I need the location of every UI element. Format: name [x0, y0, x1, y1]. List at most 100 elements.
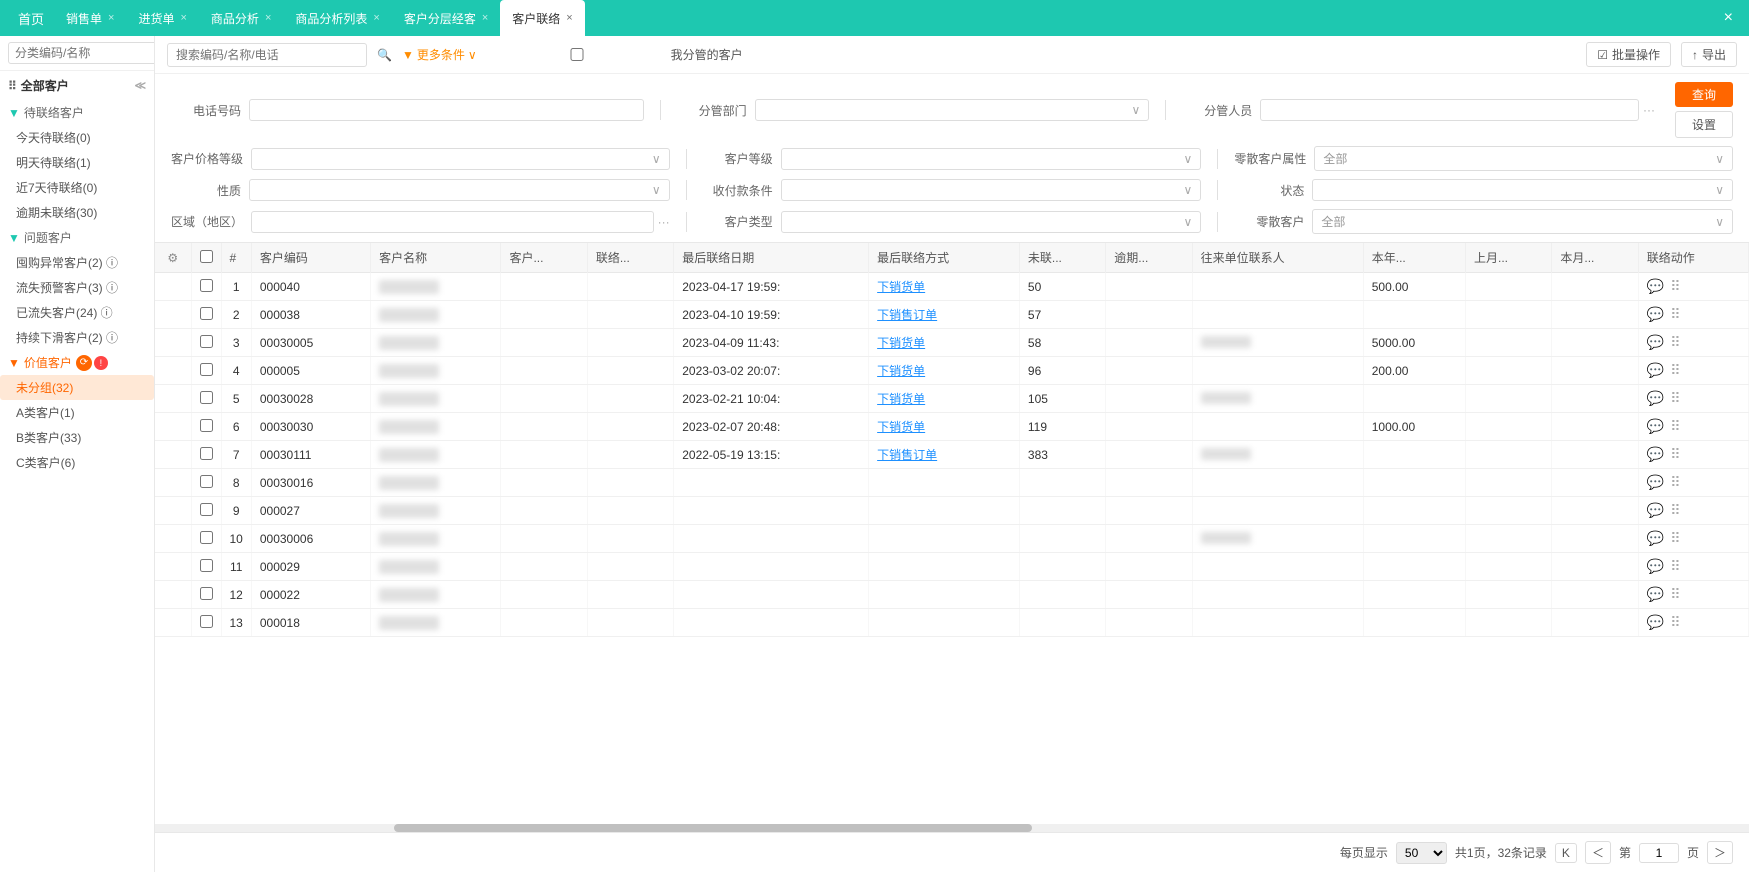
row-checkbox[interactable] [200, 587, 213, 600]
contact-grid-icon[interactable]: ⠿ [1670, 502, 1680, 519]
row-checkbox[interactable] [200, 279, 213, 292]
sidebar-item-overdue[interactable]: 逾期未联络(30) [0, 200, 154, 225]
nav-home[interactable]: 首页 [8, 0, 54, 36]
category-search-input[interactable] [8, 42, 155, 64]
sidebar-item-today[interactable]: 今天待联络(0) [0, 125, 154, 150]
export-btn[interactable]: ↑ 导出 [1681, 42, 1737, 67]
td-checkbox[interactable] [191, 609, 221, 637]
th-contact[interactable]: 联络... [587, 243, 673, 273]
sidebar-item-b-class[interactable]: B类客户(33) [0, 425, 154, 450]
contact-method-link[interactable]: 下销售订单 [877, 448, 937, 462]
td-checkbox[interactable] [191, 301, 221, 329]
contact-msg-icon[interactable]: 💬 [1647, 306, 1664, 323]
contact-msg-icon[interactable]: 💬 [1647, 418, 1664, 435]
contact-grid-icon[interactable]: ⠿ [1670, 446, 1680, 463]
row-checkbox[interactable] [200, 363, 213, 376]
search-input[interactable] [167, 43, 367, 67]
sidebar-item-c-class[interactable]: C类客户(6) [0, 450, 154, 475]
row-checkbox[interactable] [200, 391, 213, 404]
contact-method-link[interactable]: 下销货单 [877, 392, 925, 406]
manager-more-btn[interactable]: ··· [1643, 103, 1655, 117]
td-checkbox[interactable] [191, 581, 221, 609]
th-settings[interactable]: ⚙ [155, 243, 191, 273]
td-checkbox[interactable] [191, 497, 221, 525]
page-input[interactable] [1639, 843, 1679, 863]
th-no-contact[interactable]: 未联... [1019, 243, 1105, 273]
th-this-year[interactable]: 本年... [1363, 243, 1465, 273]
sidebar-item-a-class[interactable]: A类客户(1) [0, 400, 154, 425]
contact-msg-icon[interactable]: 💬 [1647, 446, 1664, 463]
dept-select[interactable]: ∨ [755, 99, 1150, 121]
close-tab-product-list[interactable]: × [373, 12, 379, 24]
nav-tab-purchase[interactable]: 进货单 × [126, 0, 198, 36]
contact-grid-icon[interactable]: ⠿ [1670, 418, 1680, 435]
close-tab-customer-contact[interactable]: × [566, 12, 572, 24]
td-last-method[interactable]: 下销货单 [869, 413, 1020, 441]
td-checkbox[interactable] [191, 329, 221, 357]
contact-grid-icon[interactable]: ⠿ [1670, 362, 1680, 379]
row-checkbox[interactable] [200, 335, 213, 348]
retail-customer-select[interactable]: 全部 ∨ [1312, 209, 1733, 234]
per-page-select[interactable]: 50 100 [1396, 842, 1447, 864]
nav-tab-customer-contact[interactable]: 客户联络 × [500, 0, 584, 36]
select-all-checkbox[interactable] [200, 250, 213, 263]
my-customers-checkbox-label[interactable]: 我分管的客户 [487, 46, 743, 63]
th-last-date[interactable]: 最后联络日期 [674, 243, 869, 273]
td-checkbox[interactable] [191, 357, 221, 385]
window-close-btn[interactable]: × [1716, 9, 1741, 27]
scrollbar-thumb[interactable] [394, 824, 1032, 832]
contact-msg-icon[interactable]: 💬 [1647, 558, 1664, 575]
row-checkbox[interactable] [200, 503, 213, 516]
contact-grid-icon[interactable]: ⠿ [1670, 558, 1680, 575]
contact-method-link[interactable]: 下销货单 [877, 336, 925, 350]
th-overdue[interactable]: 逾期... [1106, 243, 1192, 273]
th-name[interactable]: 客户名称 [371, 243, 501, 273]
price-grade-select[interactable]: ∨ [251, 148, 670, 170]
contact-msg-icon[interactable]: 💬 [1647, 530, 1664, 547]
th-unit-contact[interactable]: 往来单位联系人 [1192, 243, 1363, 273]
contact-msg-icon[interactable]: 💬 [1647, 614, 1664, 631]
section-problem-customers[interactable]: ▼ 问题客户 [0, 225, 154, 250]
contact-msg-icon[interactable]: 💬 [1647, 334, 1664, 351]
td-last-method[interactable]: 下销货单 [869, 329, 1020, 357]
contact-method-link[interactable]: 下销货单 [877, 420, 925, 434]
sidebar-item-lost[interactable]: 已流失客户(24) ⓘ [0, 300, 154, 325]
region-input[interactable] [251, 211, 654, 233]
contact-grid-icon[interactable]: ⠿ [1670, 334, 1680, 351]
all-customers-header[interactable]: ⠿ 全部客户 ≪ [0, 71, 154, 100]
my-customers-checkbox[interactable] [487, 48, 667, 61]
row-checkbox[interactable] [200, 615, 213, 628]
nav-tab-sales[interactable]: 销售单 × [54, 0, 126, 36]
td-last-method[interactable]: 下销售订单 [869, 441, 1020, 469]
first-page-btn[interactable]: K [1555, 843, 1577, 863]
sidebar-item-ungroup[interactable]: 未分组(32) [0, 375, 154, 400]
td-last-method[interactable]: 下销货单 [869, 357, 1020, 385]
td-last-method[interactable]: 下销货单 [869, 385, 1020, 413]
region-more-btn[interactable]: ··· [658, 215, 670, 229]
close-tab-product-analysis[interactable]: × [265, 12, 271, 24]
row-checkbox[interactable] [200, 559, 213, 572]
td-checkbox[interactable] [191, 273, 221, 301]
close-tab-sales[interactable]: × [108, 12, 114, 24]
close-tab-purchase[interactable]: × [180, 12, 186, 24]
row-checkbox[interactable] [200, 531, 213, 544]
contact-msg-icon[interactable]: 💬 [1647, 362, 1664, 379]
section-value-customers[interactable]: ▼ 价值客户 ⟳ ! [0, 350, 154, 375]
next-page-btn[interactable]: ＞ [1707, 841, 1733, 864]
th-last-method[interactable]: 最后联络方式 [869, 243, 1020, 273]
reset-btn[interactable]: 设置 [1675, 111, 1733, 138]
sidebar-item-warning[interactable]: 流失预警客户(3) ⓘ [0, 275, 154, 300]
th-last-month[interactable]: 上月... [1466, 243, 1552, 273]
row-checkbox[interactable] [200, 307, 213, 320]
contact-grid-icon[interactable]: ⠿ [1670, 390, 1680, 407]
contact-msg-icon[interactable]: 💬 [1647, 502, 1664, 519]
horizontal-scrollbar[interactable] [155, 824, 1749, 832]
td-last-method[interactable]: 下销售订单 [869, 301, 1020, 329]
more-conditions-btn[interactable]: ▼ 更多条件 ∨ [402, 46, 477, 63]
th-type[interactable]: 客户... [501, 243, 587, 273]
row-checkbox[interactable] [200, 419, 213, 432]
search-icon[interactable]: 🔍 [377, 48, 392, 62]
query-btn[interactable]: 查询 [1675, 82, 1733, 107]
contact-grid-icon[interactable]: ⠿ [1670, 530, 1680, 547]
contact-grid-icon[interactable]: ⠿ [1670, 614, 1680, 631]
